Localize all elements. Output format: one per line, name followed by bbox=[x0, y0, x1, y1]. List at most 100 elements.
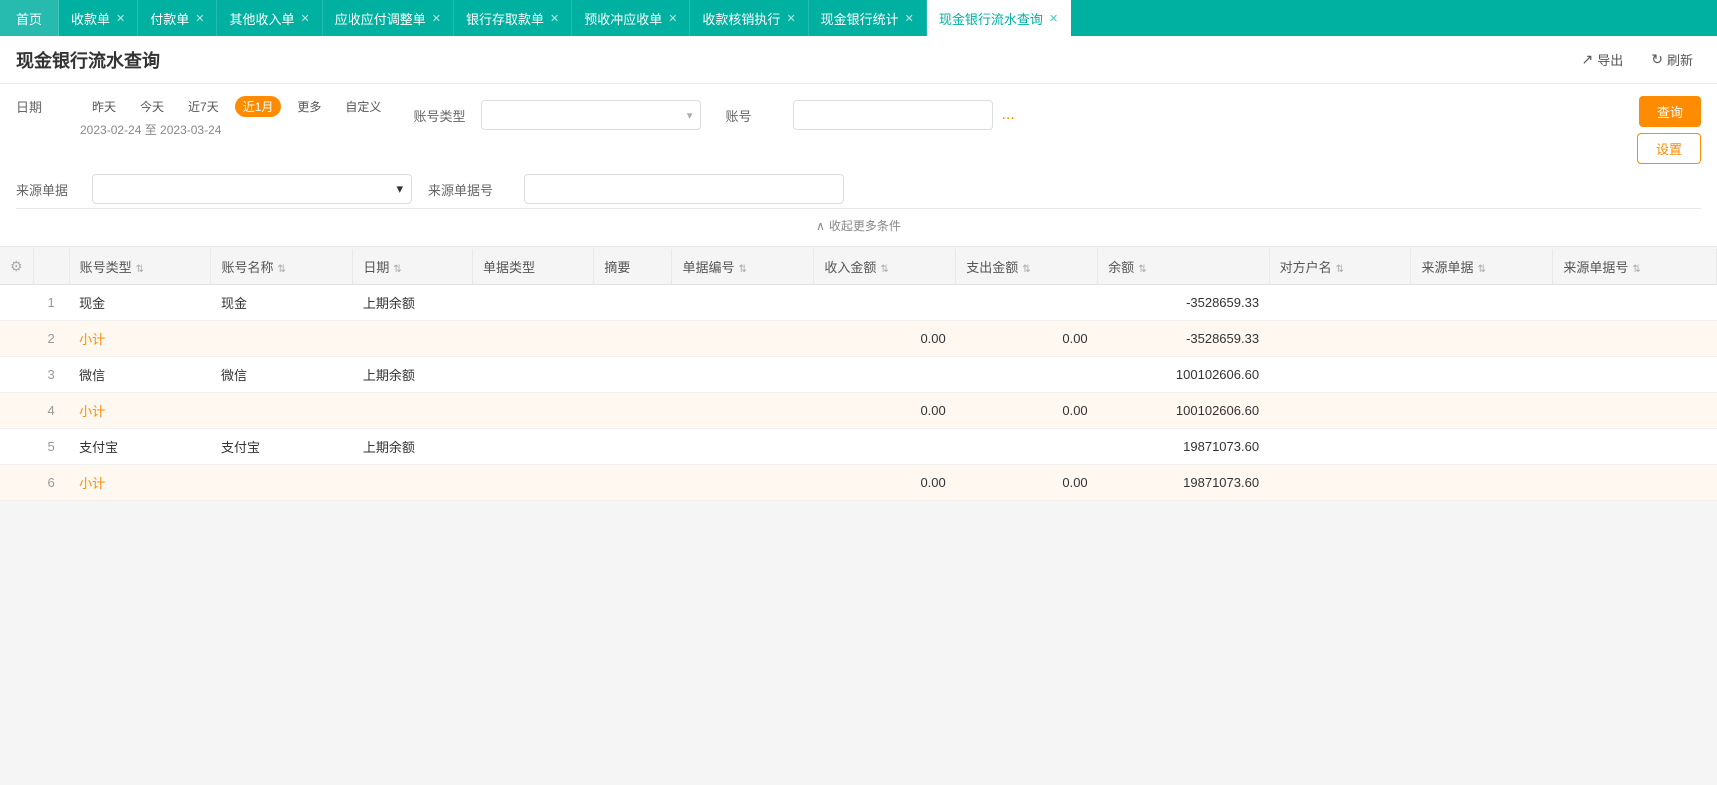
export-button[interactable]: ↗ 导出 bbox=[1574, 46, 1632, 73]
cell-balance: -3528659.33 bbox=[1098, 285, 1269, 321]
nav-tab[interactable]: 收款单✕ bbox=[59, 0, 138, 36]
row-gear-cell bbox=[0, 285, 33, 321]
gear-column-header: ⚙ bbox=[0, 249, 33, 285]
column-header-date[interactable]: 日期⇅ bbox=[353, 249, 473, 285]
column-header-counterparty[interactable]: 对方户名⇅ bbox=[1269, 249, 1411, 285]
row-gear-cell bbox=[0, 357, 33, 393]
cell-summary bbox=[594, 393, 672, 429]
close-icon[interactable]: ✕ bbox=[668, 12, 677, 25]
cell-source_doc_no bbox=[1553, 321, 1717, 357]
date-shortcut-more[interactable]: 更多 bbox=[289, 96, 329, 117]
row-gear-cell bbox=[0, 465, 33, 501]
date-shortcut-1month[interactable]: 近1月 bbox=[235, 96, 282, 117]
date-label: 日期 bbox=[16, 97, 76, 116]
close-icon[interactable]: ✕ bbox=[1049, 12, 1058, 25]
nav-home[interactable]: 首页 bbox=[0, 0, 59, 36]
cell-account_name: 支付宝 bbox=[211, 429, 353, 465]
sort-icon: ⇅ bbox=[880, 264, 888, 275]
cell-date: 上期余额 bbox=[353, 285, 473, 321]
column-header-expense[interactable]: 支出金额⇅ bbox=[956, 249, 1098, 285]
settings-button[interactable]: 设置 bbox=[1637, 133, 1701, 164]
cell-balance: 19871073.60 bbox=[1098, 429, 1269, 465]
column-header-source_doc[interactable]: 来源单据⇅ bbox=[1411, 249, 1553, 285]
gear-icon[interactable]: ⚙ bbox=[10, 258, 23, 274]
refresh-button[interactable]: ↻ 刷新 bbox=[1643, 46, 1701, 73]
cell-balance: 19871073.60 bbox=[1098, 465, 1269, 501]
cell-source_doc bbox=[1411, 357, 1553, 393]
cell-income bbox=[814, 429, 956, 465]
column-header-account_name[interactable]: 账号名称⇅ bbox=[211, 249, 353, 285]
table-row: 2小计0.000.00-3528659.33 bbox=[0, 321, 1717, 357]
column-header-doc_type: 单据类型 bbox=[473, 249, 594, 285]
account-dots-button[interactable]: ... bbox=[997, 106, 1018, 124]
cell-account_type: 微信 bbox=[69, 357, 211, 393]
close-icon[interactable]: ✕ bbox=[116, 12, 125, 25]
sort-icon: ⇅ bbox=[136, 264, 144, 275]
date-shortcut-7days[interactable]: 近7天 bbox=[180, 96, 227, 117]
nav-tab[interactable]: 预收冲应收单✕ bbox=[572, 0, 690, 36]
cell-date bbox=[353, 393, 473, 429]
row-number: 3 bbox=[33, 357, 69, 393]
row-gear-cell bbox=[0, 429, 33, 465]
date-shortcut-yesterday[interactable]: 昨天 bbox=[84, 96, 124, 117]
close-icon[interactable]: ✕ bbox=[301, 12, 310, 25]
date-shortcut-today[interactable]: 今天 bbox=[132, 96, 172, 117]
nav-tab[interactable]: 付款单✕ bbox=[138, 0, 217, 36]
nav-tab[interactable]: 银行存取款单✕ bbox=[454, 0, 572, 36]
collapse-button[interactable]: ∧ 收起更多条件 bbox=[16, 208, 1701, 234]
source-doc-no-input[interactable] bbox=[524, 174, 844, 204]
cell-expense bbox=[956, 429, 1098, 465]
cell-income: 0.00 bbox=[814, 321, 956, 357]
column-header-income[interactable]: 收入金额⇅ bbox=[814, 249, 956, 285]
nav-tab[interactable]: 现金银行流水查询✕ bbox=[927, 0, 1071, 36]
cell-account_name: 微信 bbox=[211, 357, 353, 393]
nav-tab[interactable]: 其他收入单✕ bbox=[217, 0, 322, 36]
cell-balance: 100102606.60 bbox=[1098, 393, 1269, 429]
top-navigation: 首页 收款单✕付款单✕其他收入单✕应收应付调整单✕银行存取款单✕预收冲应收单✕收… bbox=[0, 0, 1717, 36]
date-shortcut-custom[interactable]: 自定义 bbox=[337, 96, 389, 117]
cell-doc_type bbox=[473, 393, 594, 429]
cell-balance: 100102606.60 bbox=[1098, 357, 1269, 393]
cell-income: 0.00 bbox=[814, 393, 956, 429]
cell-source_doc_no bbox=[1553, 465, 1717, 501]
cell-expense: 0.00 bbox=[956, 393, 1098, 429]
cell-doc_no bbox=[672, 357, 814, 393]
row-gear-cell bbox=[0, 321, 33, 357]
nav-tab[interactable]: 应收应付调整单✕ bbox=[323, 0, 454, 36]
close-icon[interactable]: ✕ bbox=[786, 12, 795, 25]
cell-date: 上期余额 bbox=[353, 429, 473, 465]
cell-source_doc bbox=[1411, 285, 1553, 321]
close-icon[interactable]: ✕ bbox=[195, 12, 204, 25]
page-title: 现金银行流水查询 bbox=[16, 47, 160, 73]
page-header: 现金银行流水查询 ↗ 导出 ↻ 刷新 bbox=[0, 36, 1717, 84]
column-header-summary: 摘要 bbox=[594, 249, 672, 285]
account-type-select[interactable]: ▾ bbox=[481, 100, 701, 130]
cell-summary bbox=[594, 429, 672, 465]
column-header-doc_no[interactable]: 单据编号⇅ bbox=[672, 249, 814, 285]
account-input[interactable] bbox=[793, 100, 993, 130]
close-icon[interactable]: ✕ bbox=[550, 12, 559, 25]
cell-doc_no bbox=[672, 465, 814, 501]
source-doc-label: 来源单据 bbox=[16, 180, 76, 199]
refresh-icon: ↻ bbox=[1651, 51, 1663, 68]
column-header-account_type[interactable]: 账号类型⇅ bbox=[69, 249, 211, 285]
nav-tab[interactable]: 收款核销执行✕ bbox=[690, 0, 808, 36]
date-shortcuts: 昨天今天近7天近1月更多自定义 bbox=[84, 96, 389, 117]
cell-counterparty bbox=[1269, 321, 1411, 357]
cell-source_doc bbox=[1411, 393, 1553, 429]
sort-icon: ⇅ bbox=[1632, 264, 1640, 275]
source-doc-select[interactable]: ▾ bbox=[92, 174, 412, 204]
nav-tab[interactable]: 现金银行统计✕ bbox=[809, 0, 927, 36]
cell-income bbox=[814, 285, 956, 321]
column-header-balance[interactable]: 余额⇅ bbox=[1098, 249, 1269, 285]
cell-source_doc_no bbox=[1553, 285, 1717, 321]
cell-date: 上期余额 bbox=[353, 357, 473, 393]
sort-icon: ⇅ bbox=[277, 264, 285, 275]
export-icon: ↗ bbox=[1582, 51, 1594, 68]
query-button[interactable]: 查询 bbox=[1639, 96, 1701, 127]
cell-summary bbox=[594, 357, 672, 393]
column-header-source_doc_no[interactable]: 来源单据号⇅ bbox=[1553, 249, 1717, 285]
close-icon[interactable]: ✕ bbox=[432, 12, 441, 25]
close-icon[interactable]: ✕ bbox=[905, 12, 914, 25]
sort-icon: ⇅ bbox=[1022, 264, 1030, 275]
